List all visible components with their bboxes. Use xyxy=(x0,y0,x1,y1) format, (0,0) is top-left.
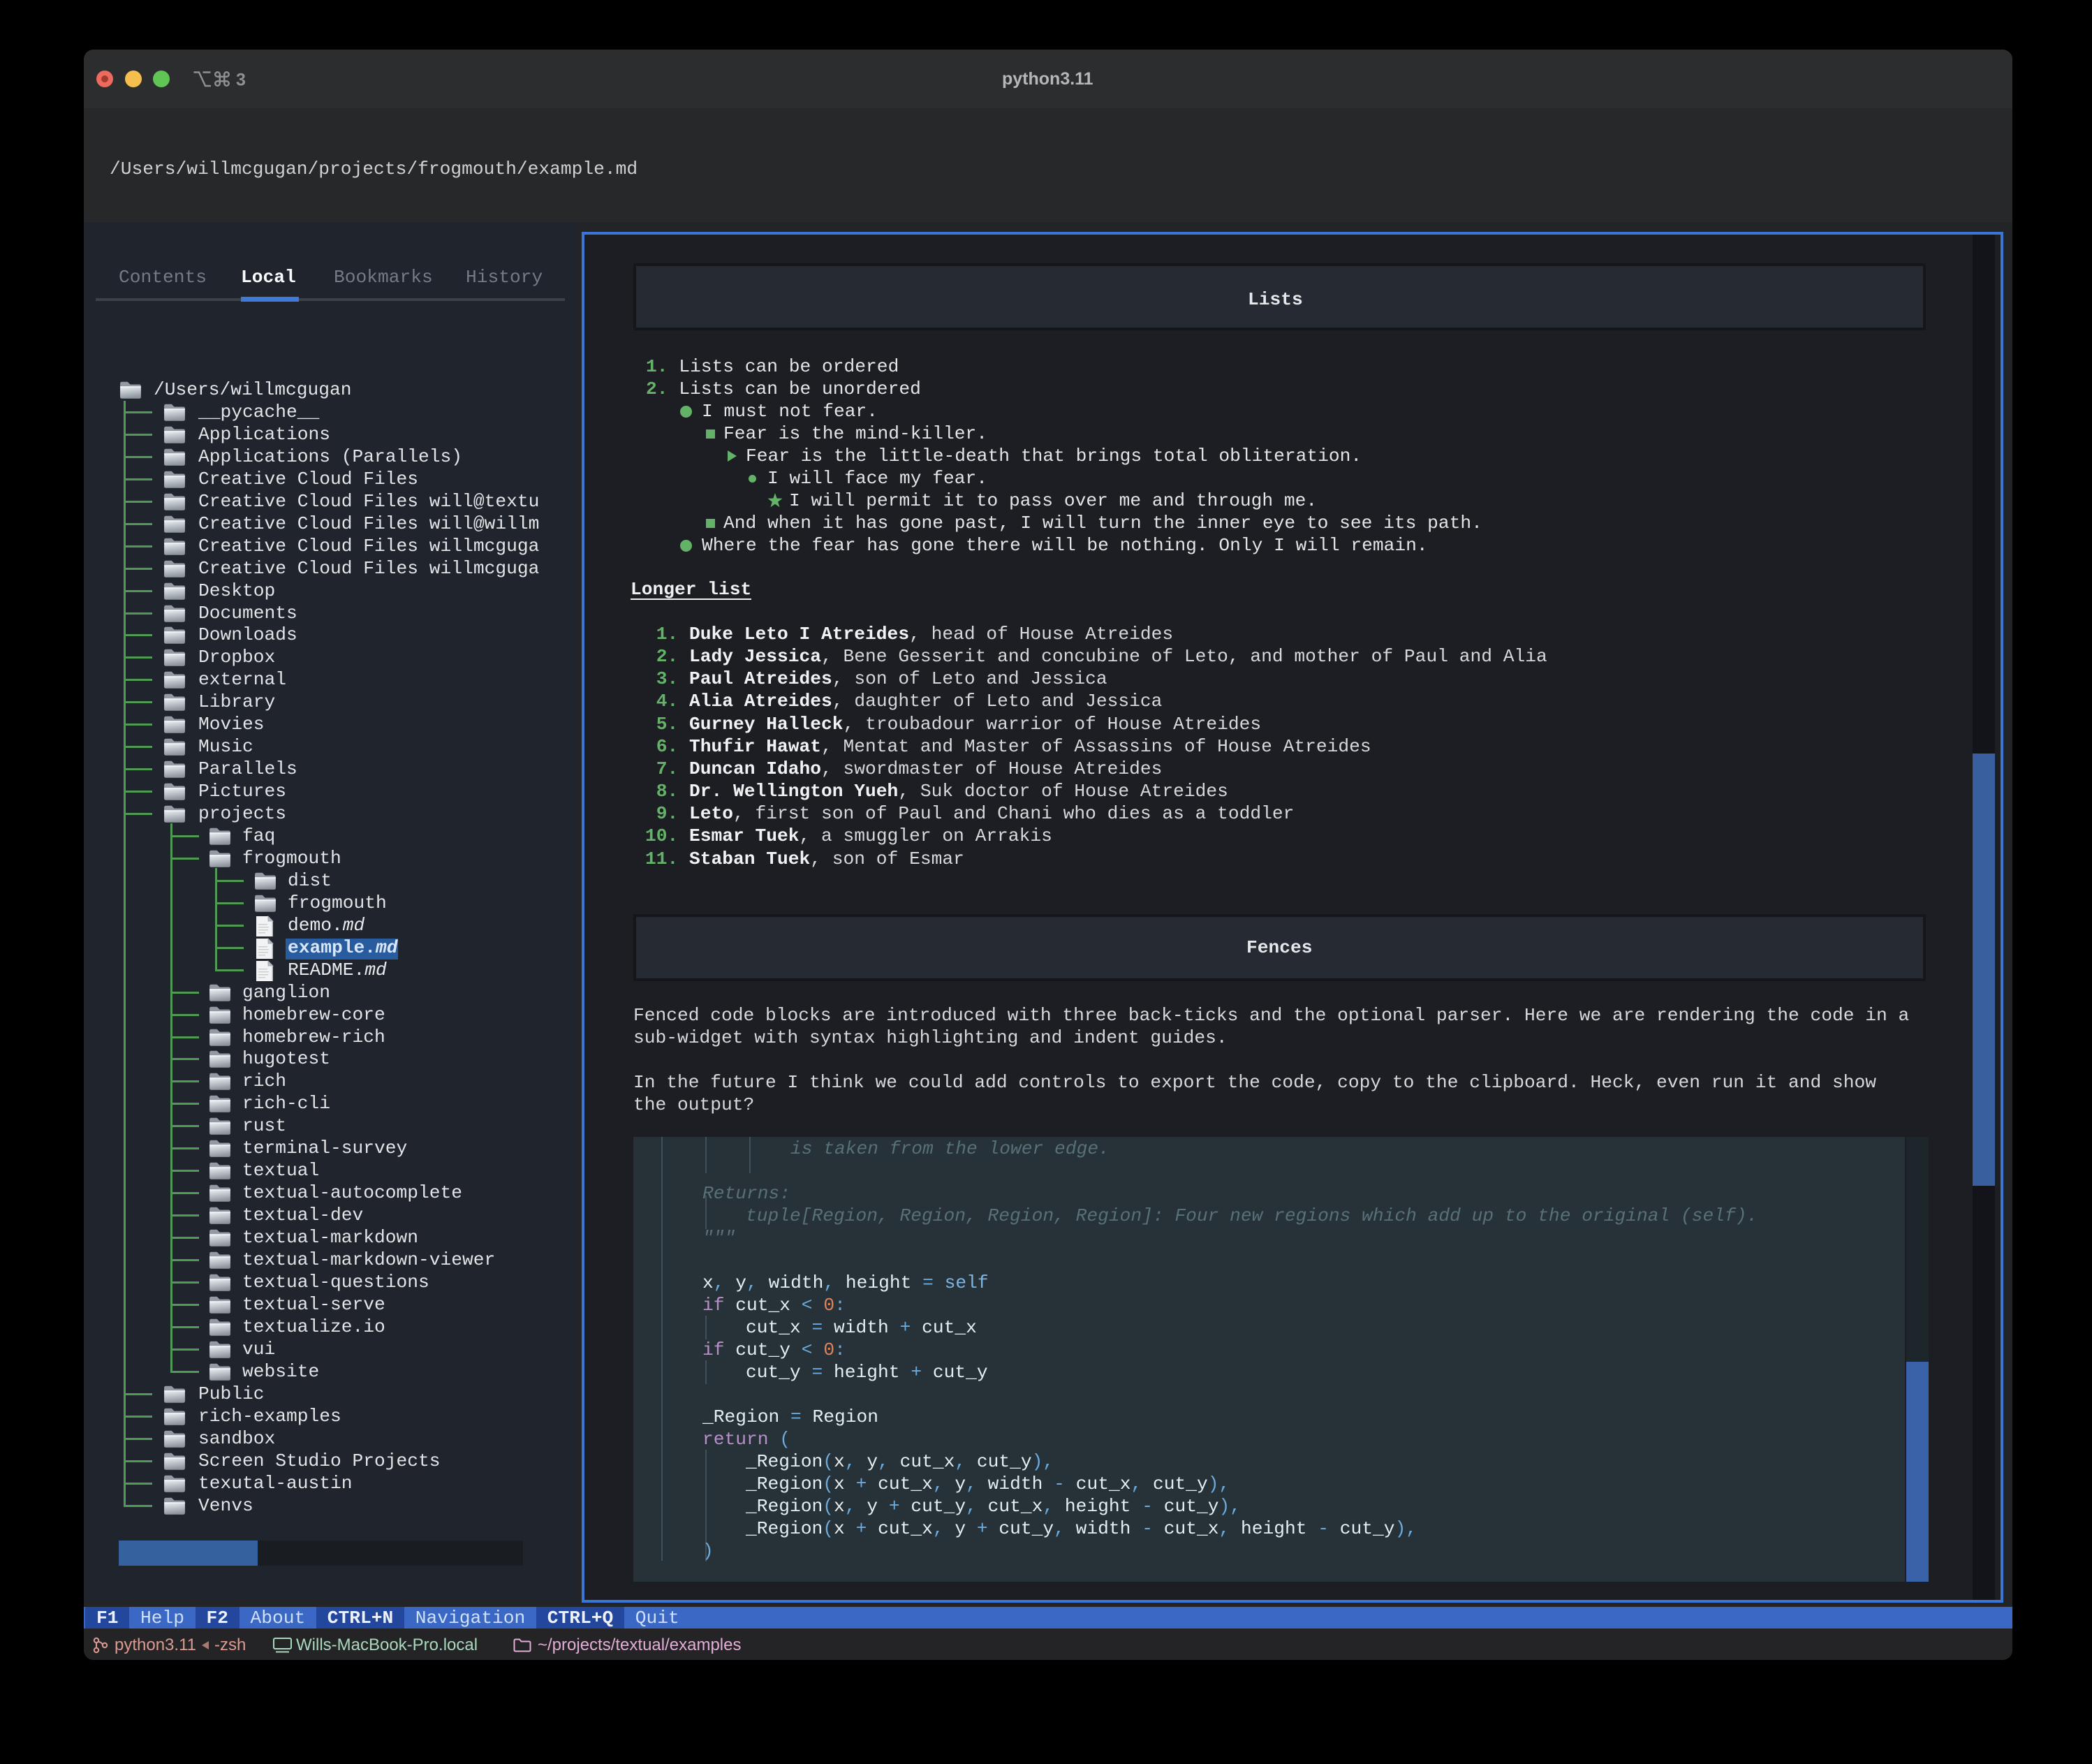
svg-text:3: 3 xyxy=(236,71,246,90)
